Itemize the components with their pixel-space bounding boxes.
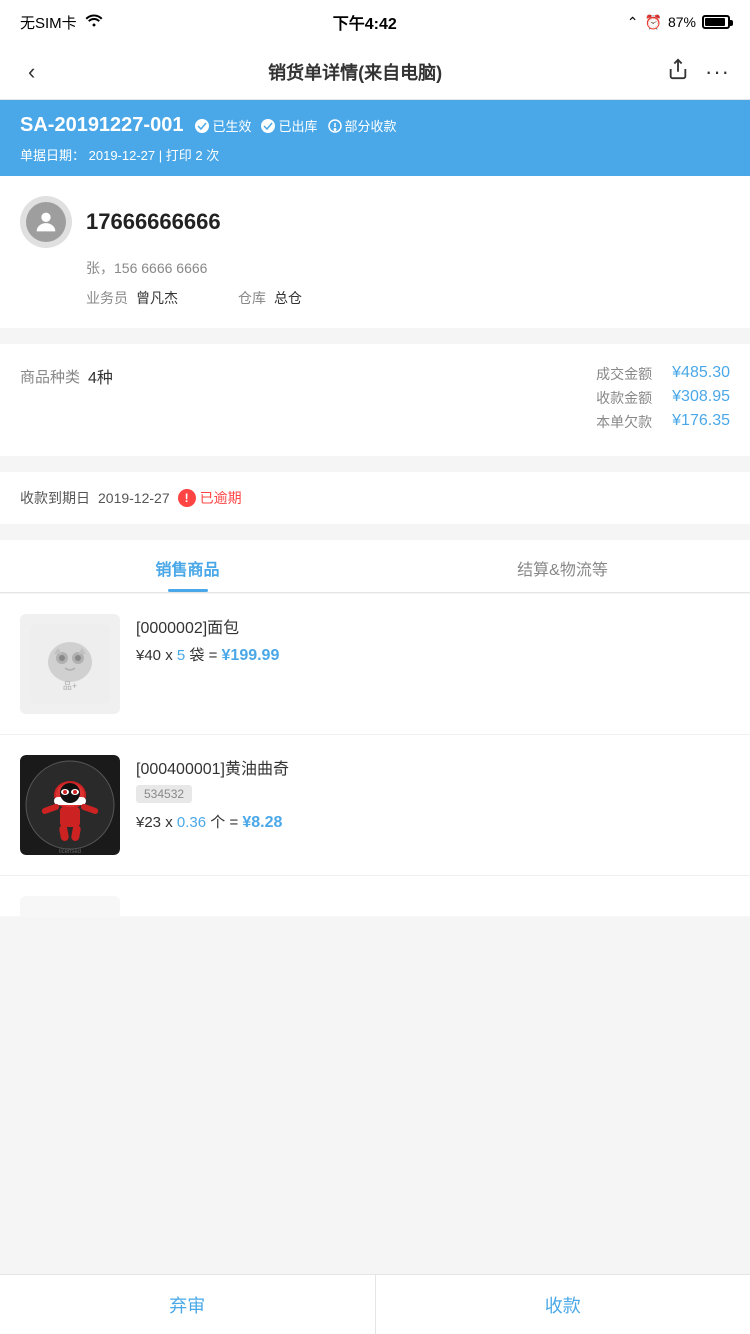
deal-amount-label: 成交金额 bbox=[596, 364, 652, 384]
battery-percent: 87% bbox=[668, 14, 696, 30]
debt-value: ¥176.35 bbox=[672, 412, 730, 432]
customer-section: 17666666666 张，156 6666 6666 业务员 曾凡杰 仓库 总… bbox=[0, 176, 750, 328]
products-section: 品+ [0000002]面包 ¥40 x 5 袋 = ¥199.99 bbox=[0, 594, 750, 917]
collect-payment-button[interactable]: 收款 bbox=[376, 1275, 750, 1334]
battery-icon bbox=[702, 15, 730, 29]
product-price-1: ¥40 x 5 袋 = ¥199.99 bbox=[136, 644, 730, 665]
list-item: 品+ [0000002]面包 ¥40 x 5 袋 = ¥199.99 bbox=[0, 594, 750, 735]
divider-2 bbox=[0, 464, 750, 472]
bottom-bar: 弃审 收款 bbox=[0, 1274, 750, 1334]
warehouse-label: 仓库 bbox=[238, 288, 266, 308]
order-header: SA-20191227-001 已生效 已出库 部分收款 单据日期： 2019-… bbox=[0, 100, 750, 176]
customer-sub-info: 张，156 6666 6666 bbox=[20, 258, 730, 278]
status-tags: 已生效 已出库 部分收款 bbox=[195, 116, 396, 135]
carrier-label: 无SIM卡 bbox=[20, 12, 77, 33]
list-item: licensed [000400001]黄油曲奇 534532 ¥23 x 0.… bbox=[0, 735, 750, 876]
abandon-review-button[interactable]: 弃审 bbox=[0, 1275, 376, 1334]
status-time: 下午4:42 bbox=[333, 10, 397, 34]
overdue-badge: ! 已逾期 bbox=[178, 488, 242, 508]
customer-phone: 17666666666 bbox=[86, 209, 221, 235]
divider-1 bbox=[0, 336, 750, 344]
product-info-1: [0000002]面包 ¥40 x 5 袋 = ¥199.99 bbox=[136, 614, 730, 665]
product-price-2: ¥23 x 0.36 个 = ¥8.28 bbox=[136, 811, 730, 832]
overdue-icon: ! bbox=[178, 489, 196, 507]
divider-3 bbox=[0, 532, 750, 540]
avatar bbox=[20, 196, 72, 248]
tab-settlement[interactable]: 结算&物流等 bbox=[375, 540, 750, 592]
collected-value: ¥308.95 bbox=[672, 388, 730, 408]
product-qty-2: 0.36 bbox=[177, 814, 206, 831]
share-icon[interactable] bbox=[667, 58, 689, 86]
status-tag-shipped: 已出库 bbox=[261, 116, 317, 135]
order-date-info: 单据日期： 2019-12-27 | 打印 2 次 bbox=[20, 145, 730, 164]
product-name-2: [000400001]黄油曲奇 bbox=[136, 755, 730, 779]
nav-bar: ‹ 销货单详情(来自电脑) ··· bbox=[0, 44, 750, 100]
back-button[interactable]: ‹ bbox=[20, 51, 43, 93]
salesperson-label: 业务员 bbox=[86, 288, 128, 308]
customer-detail: 业务员 曾凡杰 仓库 总仓 bbox=[20, 288, 730, 308]
due-date-value: 2019-12-27 bbox=[98, 490, 170, 506]
status-tag-partial: 部分收款 bbox=[328, 116, 397, 135]
product-qty-1: 5 bbox=[177, 647, 185, 664]
more-icon[interactable]: ··· bbox=[705, 59, 730, 85]
salesperson-value: 曾凡杰 bbox=[136, 288, 178, 308]
overdue-text: 已逾期 bbox=[200, 488, 242, 508]
product-total-1: ¥199.99 bbox=[222, 647, 280, 664]
product-info-2: [000400001]黄油曲奇 534532 ¥23 x 0.36 个 = ¥8… bbox=[136, 755, 730, 832]
stats-section: 商品种类 4种 成交金额 ¥485.30 收款金额 ¥308.95 本单欠款 ¥… bbox=[0, 344, 750, 456]
status-left: 无SIM卡 bbox=[20, 12, 103, 33]
product-type-label: 商品种类 bbox=[20, 366, 80, 387]
status-bar: 无SIM卡 下午4:42 ⌃ ⏰ 87% bbox=[0, 0, 750, 44]
deal-amount-value: ¥485.30 bbox=[672, 364, 730, 384]
tabs-section: 销售商品 结算&物流等 bbox=[0, 540, 750, 593]
order-id: SA-20191227-001 bbox=[20, 114, 183, 137]
product-image-3 bbox=[20, 896, 120, 917]
wifi-icon bbox=[85, 13, 103, 31]
product-name-1: [0000002]面包 bbox=[136, 614, 730, 638]
product-sku-2: 534532 bbox=[136, 785, 192, 803]
product-type-count: 4种 bbox=[88, 364, 113, 388]
product-total-2: ¥8.28 bbox=[242, 814, 282, 831]
product-image-2: licensed bbox=[20, 755, 120, 855]
debt-label: 本单欠款 bbox=[596, 412, 652, 432]
due-date-label: 收款到期日 bbox=[20, 488, 90, 508]
tab-products[interactable]: 销售商品 bbox=[0, 540, 375, 592]
collected-label: 收款金额 bbox=[596, 388, 652, 408]
page-title: 销货单详情(来自电脑) bbox=[268, 59, 442, 85]
svg-text:品+: 品+ bbox=[63, 681, 77, 691]
warehouse-value: 总仓 bbox=[274, 288, 302, 308]
product-image-1: 品+ bbox=[20, 614, 120, 714]
due-section: 收款到期日 2019-12-27 ! 已逾期 bbox=[0, 472, 750, 524]
nav-actions: ··· bbox=[667, 58, 730, 86]
alarm-icon: ⏰ bbox=[645, 14, 662, 31]
status-right: ⌃ ⏰ 87% bbox=[627, 14, 730, 31]
list-item bbox=[0, 876, 750, 917]
status-tag-effective: 已生效 bbox=[195, 116, 251, 135]
svg-text:licensed: licensed bbox=[59, 849, 81, 855]
location-icon: ⌃ bbox=[627, 14, 639, 31]
